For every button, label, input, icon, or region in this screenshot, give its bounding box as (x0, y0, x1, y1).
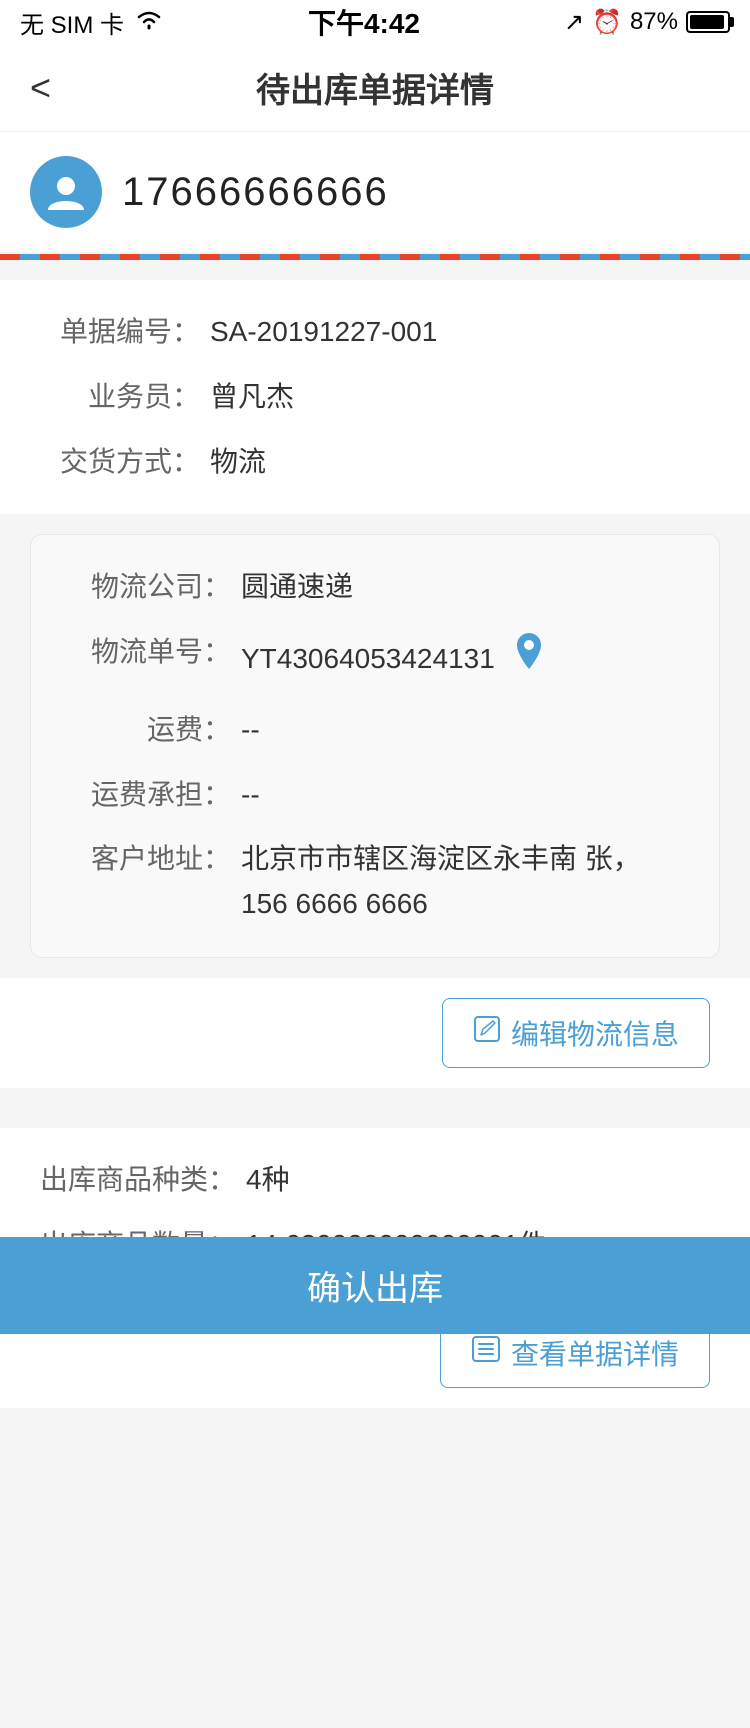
edit-logistics-button[interactable]: 编辑物流信息 (442, 998, 710, 1068)
wifi-icon (134, 8, 164, 37)
status-time: 下午4:42 (308, 2, 420, 42)
tracking-row: 物流单号： YT43064053424131 (71, 630, 679, 688)
address-label: 客户地址： (71, 837, 231, 882)
freight-bearer-row: 运费承担： -- (71, 773, 679, 818)
company-label: 物流公司： (71, 565, 231, 610)
avatar (30, 156, 102, 228)
edit-btn-label: 编辑物流信息 (511, 1013, 679, 1053)
delivery-value: 物流 (210, 440, 710, 485)
logistics-card: 物流公司： 圆通速递 物流单号： YT43064053424131 运费： --… (30, 534, 720, 958)
salesman-row: 业务员： 曾凡杰 (40, 375, 710, 420)
order-no-row: 单据编号： SA-20191227-001 (40, 310, 710, 355)
order-no-label: 单据编号： (40, 310, 200, 355)
freight-bearer-value: -- (241, 773, 679, 818)
address-value: 北京市市辖区海淀区永丰南 张，156 6666 6666 (241, 837, 679, 927)
address-row: 客户地址： 北京市市辖区海淀区永丰南 张，156 6666 6666 (71, 837, 679, 927)
view-icon (471, 1335, 501, 1370)
view-btn-label: 查看单据详情 (511, 1333, 679, 1373)
freight-row: 运费： -- (71, 708, 679, 753)
status-left: 无 SIM 卡 (20, 5, 164, 40)
confirm-btn-container: 确认出库 (0, 1237, 750, 1334)
salesman-value: 曾凡杰 (210, 375, 710, 420)
company-value: 圆通速递 (241, 565, 679, 610)
edit-icon (473, 1015, 501, 1050)
delivery-label: 交货方式： (40, 440, 200, 485)
battery-icon (686, 11, 730, 33)
freight-bearer-label: 运费承担： (71, 773, 231, 818)
alarm-icon: ⏰ (592, 8, 622, 37)
order-no-value: SA-20191227-001 (210, 310, 710, 355)
section-divider-1 (0, 1088, 750, 1108)
person-icon (42, 168, 90, 216)
gray-spacer (0, 1408, 750, 1608)
location-status-icon: ↗ (564, 8, 584, 37)
dashed-divider (0, 254, 750, 260)
company-row: 物流公司： 圆通速递 (71, 565, 679, 610)
delivery-row: 交货方式： 物流 (40, 440, 710, 485)
back-button[interactable]: < (30, 67, 51, 109)
status-bar: 无 SIM 卡 下午4:42 ↗ ⏰ 87% (0, 0, 750, 44)
page-title: 待出库单据详情 (256, 63, 494, 112)
salesman-label: 业务员： (40, 375, 200, 420)
outbound-type-row: 出库商品种类： 4种 (40, 1158, 710, 1203)
confirm-outbound-button[interactable]: 确认出库 (307, 1261, 443, 1310)
tracking-value: YT43064053424131 (241, 637, 495, 682)
status-right: ↗ ⏰ 87% (564, 8, 730, 37)
edit-btn-row: 编辑物流信息 (0, 978, 750, 1088)
battery-text: 87% (630, 8, 678, 36)
back-icon: < (30, 67, 51, 108)
bottom-spacer (0, 1608, 750, 1728)
user-phone: 17666666666 (122, 170, 389, 215)
user-header: 17666666666 (0, 132, 750, 252)
tracking-label: 物流单号： (71, 630, 231, 675)
freight-label: 运费： (71, 708, 231, 753)
carrier-text: 无 SIM 卡 (20, 5, 124, 40)
tracking-value-container: YT43064053424131 (241, 630, 679, 688)
outbound-type-value: 4种 (246, 1158, 710, 1203)
freight-value: -- (241, 708, 679, 753)
tracking-location-icon[interactable] (511, 630, 547, 688)
nav-bar: < 待出库单据详情 (0, 44, 750, 132)
basic-info-section: 单据编号： SA-20191227-001 业务员： 曾凡杰 交货方式： 物流 (0, 280, 750, 514)
outbound-type-label: 出库商品种类： (40, 1158, 236, 1203)
